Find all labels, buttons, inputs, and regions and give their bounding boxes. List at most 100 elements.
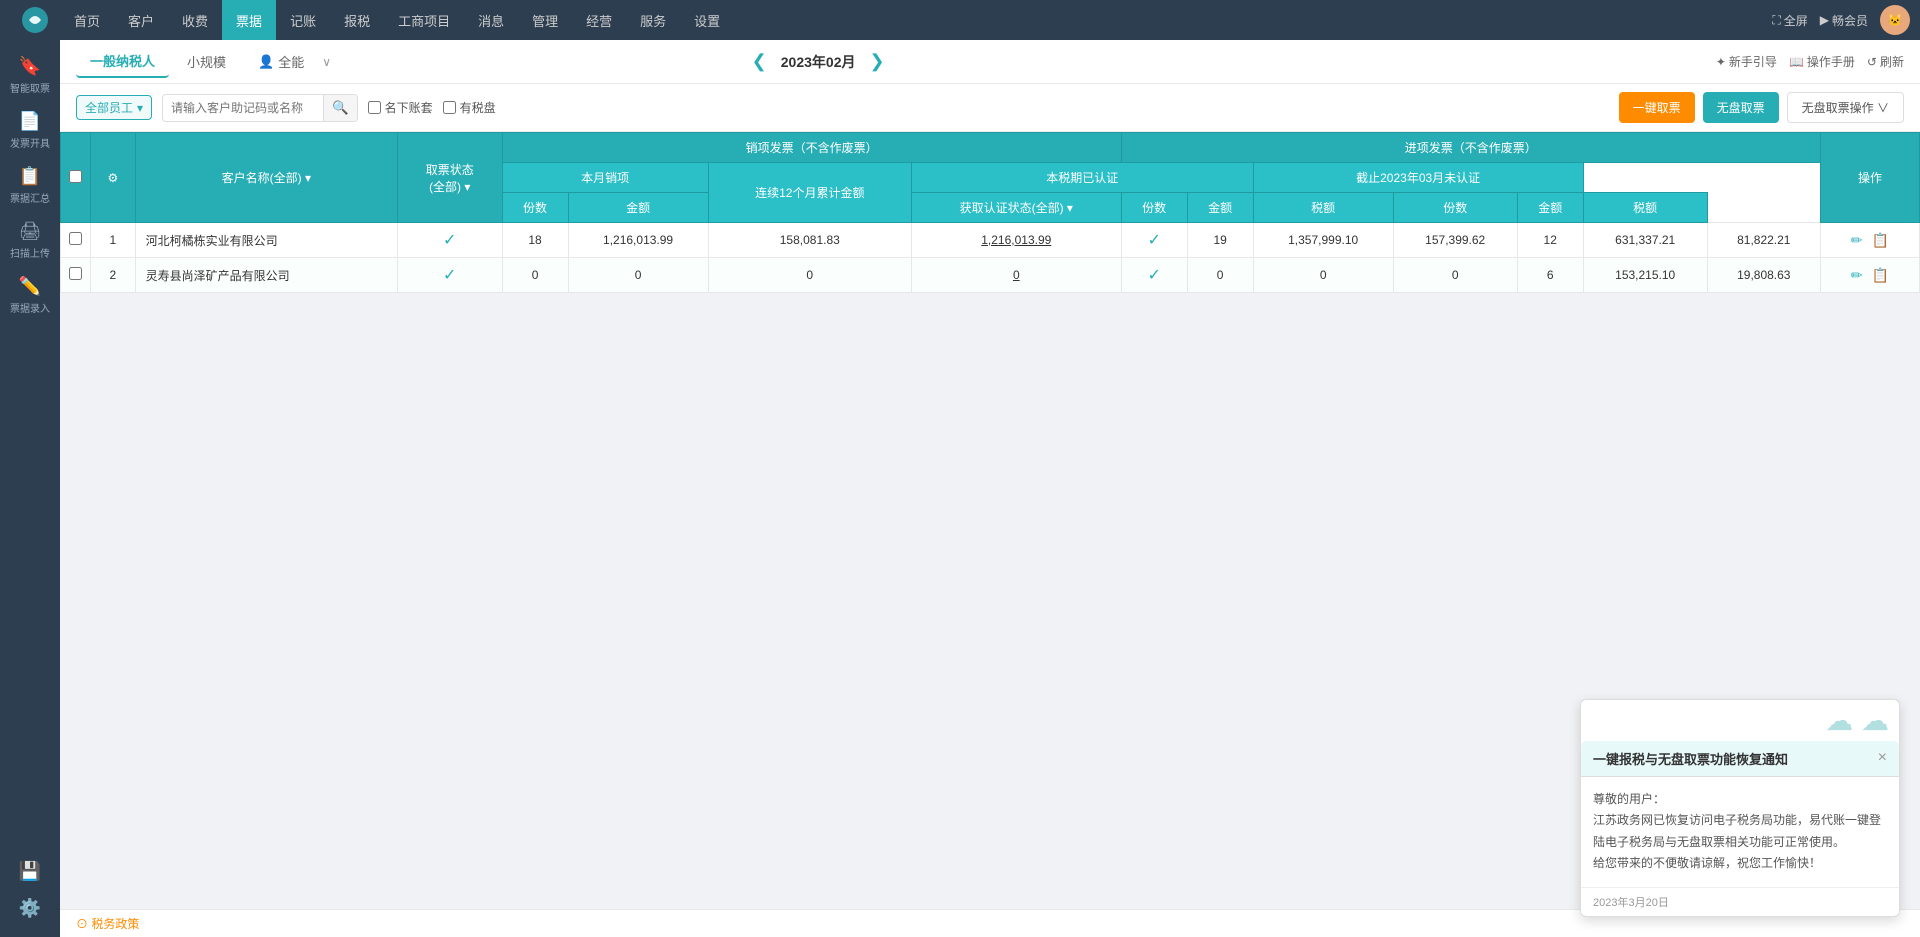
th-uncert-amount: 金额	[1517, 193, 1583, 223]
row1-check-input[interactable]	[69, 232, 82, 245]
nav-service[interactable]: 服务	[626, 0, 680, 40]
checkbox-has-disk-input[interactable]	[443, 101, 456, 114]
nav-fee[interactable]: 收费	[168, 0, 222, 40]
table-container: ⚙ 客户名称(全部) ▾ 取票状态(全部) ▾ 销项发票（不含作废票） 进项发票…	[60, 132, 1920, 293]
vip-btn[interactable]: ▶ 畅会员	[1820, 12, 1868, 29]
row2-sales-tax: 0	[708, 258, 911, 293]
checkbox-has-disk[interactable]: 有税盘	[443, 99, 496, 116]
row2-check-input[interactable]	[69, 267, 82, 280]
sidebar-item-gear[interactable]: ⚙️	[15, 890, 45, 927]
row2-view-icon[interactable]: 📋	[1872, 267, 1889, 283]
tabs-right: ✦ 新手引导 📖 操作手册 ↺ 刷新	[1716, 53, 1904, 70]
nav-invoice[interactable]: 票据	[222, 0, 276, 40]
one-click-ticket-btn[interactable]: 一键取票	[1619, 92, 1695, 123]
th-sales-invoice: 销项发票（不含作废票）	[502, 133, 1121, 163]
th-ticket-status: 取票状态(全部) ▾	[397, 133, 502, 223]
sidebar-item-summary[interactable]: 📋 票据汇总	[0, 158, 60, 213]
avatar[interactable]: 🐱	[1880, 5, 1910, 35]
notif-footer: 2023年3月20日	[1581, 887, 1899, 916]
row2-ticket-status: ✓	[397, 258, 502, 293]
nav-bookkeep[interactable]: 记账	[276, 0, 330, 40]
th-cert-tax: 税额	[1253, 193, 1393, 223]
th-monthly-sales: 本月销项	[502, 163, 708, 193]
row1-uncert-count: 12	[1517, 223, 1583, 258]
sidebar-item-open-invoice[interactable]: 📄 发票开具	[0, 103, 60, 158]
row2-cumulative[interactable]: 0	[911, 258, 1121, 293]
row1-checkbox[interactable]	[61, 223, 91, 258]
select-all-checkbox[interactable]	[69, 170, 82, 183]
row1-status-icon: ✓	[443, 232, 456, 249]
row1-view-icon[interactable]: 📋	[1872, 232, 1889, 248]
prev-period-btn[interactable]: ❮	[746, 49, 773, 74]
notif-body: 尊敬的用户： 江苏政务网已恢复访问电子税务局功能，易代账一键登陆电子税务局与无盘…	[1581, 777, 1899, 887]
nav-tax[interactable]: 报税	[330, 0, 384, 40]
th-purchase-invoice: 进项发票（不含作废票）	[1121, 133, 1820, 163]
cloud-decoration: ☁ ☁	[1825, 705, 1889, 736]
notif-title: 一键报税与无盘取票功能恢复通知	[1593, 749, 1788, 768]
smart-ticket-icon: 🔖	[19, 56, 41, 77]
row1-cumulative-link[interactable]: 1,216,013.99	[981, 233, 1051, 247]
scan-icon: 🖨	[19, 221, 42, 242]
th-action: 操作	[1820, 133, 1919, 223]
row1-cert-count: 19	[1187, 223, 1253, 258]
checkbox-my-account-input[interactable]	[368, 101, 381, 114]
row1-name[interactable]: 河北柯橘栋实业有限公司	[135, 223, 397, 258]
th-uncert-count: 份数	[1393, 193, 1517, 223]
gear-icon: ⚙️	[19, 898, 41, 919]
nav-settings[interactable]: 设置	[680, 0, 734, 40]
guide-btn[interactable]: ✦ 新手引导	[1716, 53, 1777, 70]
tab-all-round[interactable]: 👤 全能	[244, 46, 318, 77]
nav-business[interactable]: 工商项目	[384, 0, 464, 40]
sidebar-item-download[interactable]: 💾	[15, 853, 45, 890]
nav-operation[interactable]: 经营	[572, 0, 626, 40]
row1-cumulative[interactable]: 1,216,013.99	[911, 223, 1121, 258]
th-cert-status: 获取认证状态(全部) ▾	[911, 193, 1121, 223]
status-bar-label: ⊙ 税务政策	[76, 915, 139, 932]
row2-uncert-amount: 153,215.10	[1583, 258, 1707, 293]
tab-small-scale[interactable]: 小规模	[173, 46, 240, 77]
period-label: 2023年02月	[781, 52, 856, 72]
fullscreen-btn[interactable]: ⛶ 全屏	[1772, 12, 1807, 29]
nav-home[interactable]: 首页	[60, 0, 114, 40]
nav-manage[interactable]: 管理	[518, 0, 572, 40]
search-button[interactable]: 🔍	[323, 95, 357, 121]
row2-actions: ✏ 📋	[1820, 258, 1919, 293]
row2-name[interactable]: 灵寿县尚泽矿产品有限公司	[135, 258, 397, 293]
employee-select[interactable]: 全部员工 ▾	[76, 95, 152, 120]
search-input[interactable]	[163, 97, 323, 119]
tabs-center: ❮ 2023年02月 ❯	[746, 49, 891, 74]
sidebar-item-entry[interactable]: ✏️ 票据录入	[0, 268, 60, 323]
th-checkbox	[61, 133, 91, 223]
summary-icon: 📋	[19, 166, 41, 187]
notif-close-btn[interactable]: ×	[1878, 749, 1887, 767]
filter-bar: 全部员工 ▾ 🔍 名下账套 有税盘 一键取票 无盘取票 无盘取票操作 ∨	[60, 84, 1920, 132]
notif-header: 一键报税与无盘取票功能恢复通知 ×	[1581, 741, 1899, 777]
th-cert-period: 本税期已认证	[911, 163, 1253, 193]
th-sales-count: 份数	[502, 193, 568, 223]
row2-cumulative-link[interactable]: 0	[1013, 268, 1020, 282]
row1-cert-status-icon: ✓	[1147, 232, 1160, 249]
row2-cert-tax: 0	[1393, 258, 1517, 293]
manual-btn[interactable]: 📖 操作手册	[1789, 53, 1855, 70]
row2-cert-status: ✓	[1121, 258, 1187, 293]
row2-cert-amount: 0	[1253, 258, 1393, 293]
no-disk-ticket-btn[interactable]: 无盘取票	[1703, 92, 1779, 123]
sidebar-item-smart-ticket[interactable]: 🔖 智能取票	[0, 48, 60, 103]
sidebar-item-scan[interactable]: 🖨 扫描上传	[0, 213, 60, 268]
row1-edit-icon[interactable]: ✏	[1851, 232, 1863, 248]
next-period-btn[interactable]: ❯	[863, 49, 890, 74]
all-round-icon: 👤	[258, 54, 274, 70]
tab-general-taxpayer[interactable]: 一般纳税人	[76, 45, 169, 78]
refresh-btn[interactable]: ↺ 刷新	[1867, 53, 1904, 70]
no-disk-operations-btn[interactable]: 无盘取票操作 ∨	[1787, 92, 1904, 123]
row2-edit-icon[interactable]: ✏	[1851, 267, 1863, 283]
checkbox-my-account[interactable]: 名下账套	[368, 99, 433, 116]
open-invoice-icon: 📄	[19, 111, 41, 132]
nav-customer[interactable]: 客户	[114, 0, 168, 40]
tab-more-btn[interactable]: ∨	[322, 55, 331, 69]
row1-sales-count: 18	[502, 223, 568, 258]
nav-message[interactable]: 消息	[464, 0, 518, 40]
row2-checkbox[interactable]	[61, 258, 91, 293]
logo	[10, 6, 60, 34]
row1-num: 1	[91, 223, 136, 258]
